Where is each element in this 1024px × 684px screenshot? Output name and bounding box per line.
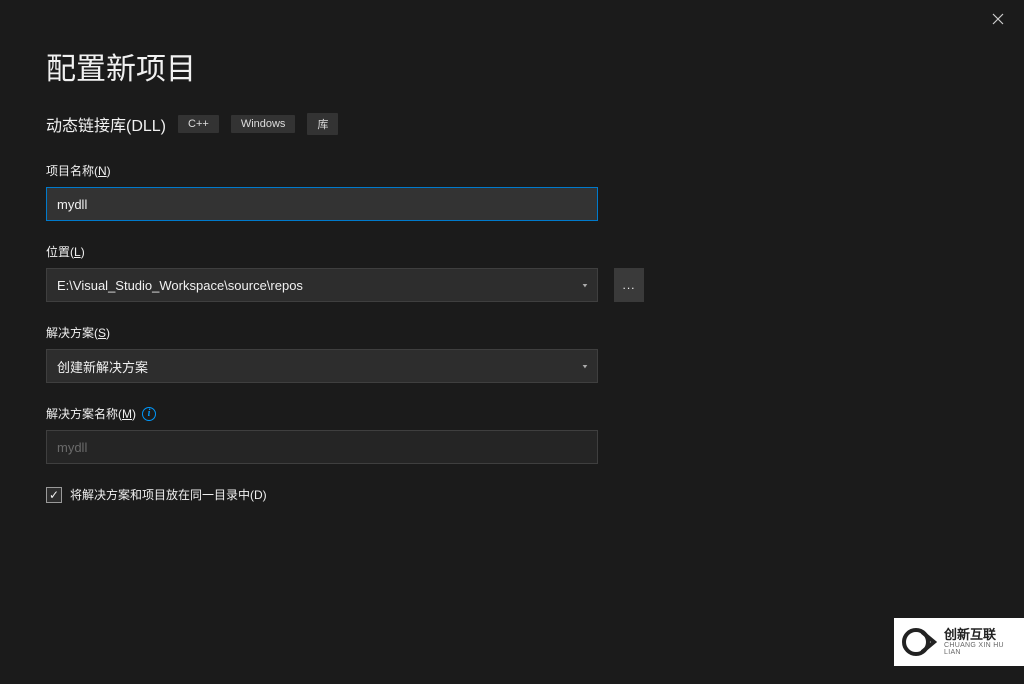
location-input[interactable] [46,268,598,302]
tag-cpp: C++ [178,115,219,133]
project-name-group: 项目名称(N) [46,162,978,221]
close-button[interactable] [982,8,1014,32]
same-directory-checkbox[interactable]: ✓ [46,487,62,503]
project-name-input[interactable] [46,187,598,221]
same-directory-row[interactable]: ✓ 将解决方案和项目放在同一目录中(D) [46,486,978,503]
watermark-text: 创新互联 CHUANG XIN HU LIAN [944,628,1016,656]
location-group: 位置(L) ... [46,243,978,302]
location-row: ... [46,268,978,302]
info-icon[interactable]: i [142,407,156,421]
checkmark-icon: ✓ [49,489,59,501]
tag-windows: Windows [231,115,296,133]
close-icon [992,12,1004,28]
location-label: 位置(L) [46,243,978,260]
page-title: 配置新项目 [46,44,978,88]
tag-library: 库 [307,113,338,135]
solution-name-input [46,430,598,464]
solution-name-label: 解决方案名称(M) i [46,405,978,422]
solution-label: 解决方案(S) [46,324,978,341]
watermark-icon [902,624,938,660]
dialog-content: 配置新项目 动态链接库(DLL) C++ Windows 库 项目名称(N) 位… [0,0,1024,503]
same-directory-label: 将解决方案和项目放在同一目录中(D) [70,486,267,503]
project-name-label: 项目名称(N) [46,162,978,179]
watermark-logo: 创新互联 CHUANG XIN HU LIAN [894,618,1024,666]
solution-name-group: 解决方案名称(M) i [46,405,978,464]
browse-button[interactable]: ... [614,268,644,302]
solution-select[interactable] [46,349,598,383]
subtitle-row: 动态链接库(DLL) C++ Windows 库 [46,112,978,136]
project-type-label: 动态链接库(DLL) [46,112,166,136]
solution-input[interactable] [46,349,598,383]
ellipsis-icon: ... [622,278,635,292]
solution-group: 解决方案(S) [46,324,978,383]
location-select[interactable] [46,268,598,302]
